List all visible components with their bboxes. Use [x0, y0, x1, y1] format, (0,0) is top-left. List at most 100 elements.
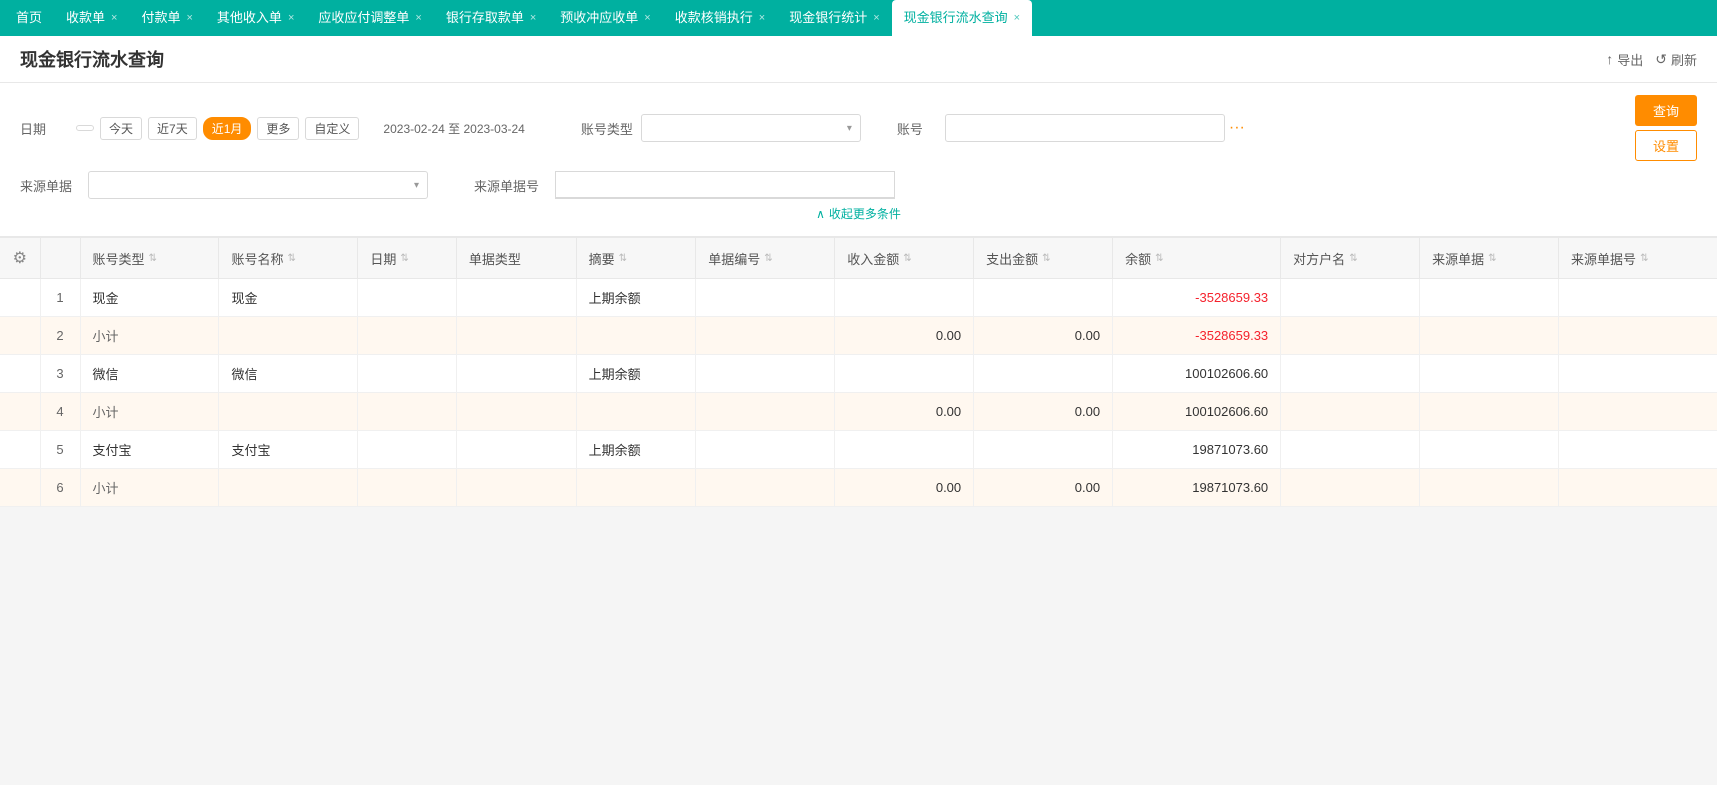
col-expense[interactable]: 支出金额⇅: [974, 238, 1113, 279]
table-row: 3 微信 微信 上期余额 100102606.60: [0, 355, 1717, 393]
export-button[interactable]: ↑ 导出: [1606, 50, 1643, 69]
col-source-doc-no[interactable]: 来源单据号⇅: [1559, 238, 1717, 279]
cell-date: [358, 317, 457, 355]
account-label: 账号: [897, 119, 937, 138]
cell-doc-no: [696, 279, 835, 317]
nav-cash-bank-flow[interactable]: 现金银行流水查询 ×: [892, 0, 1032, 36]
query-button[interactable]: 查询: [1635, 95, 1697, 126]
cell-account-name: 支付宝: [219, 431, 358, 469]
cell-summary: 上期余额: [576, 431, 696, 469]
cell-expense: [974, 279, 1113, 317]
date-btn-custom[interactable]: 自定义: [305, 117, 359, 140]
nav-advance-offset[interactable]: 预收冲应收单 ×: [548, 0, 662, 36]
cell-balance: 100102606.60: [1113, 355, 1281, 393]
cell-doc-no: [696, 355, 835, 393]
table-row: 2 小计 0.00 0.00 -3528659.33: [0, 317, 1717, 355]
cell-balance: -3528659.33: [1113, 317, 1281, 355]
cell-expense: [974, 431, 1113, 469]
col-income[interactable]: 收入金额⇅: [835, 238, 974, 279]
refresh-icon: ↺: [1655, 51, 1667, 68]
cell-counterpart: [1281, 393, 1420, 431]
export-icon: ↑: [1606, 51, 1613, 67]
close-icon[interactable]: ×: [644, 0, 650, 36]
cell-date: [358, 355, 457, 393]
cell-source-doc: [1420, 431, 1559, 469]
cell-income: 0.00: [835, 469, 974, 507]
nav-home[interactable]: 首页: [4, 0, 54, 36]
col-balance[interactable]: 余额⇅: [1113, 238, 1281, 279]
col-summary[interactable]: 摘要⇅: [576, 238, 696, 279]
close-icon[interactable]: ×: [873, 0, 879, 36]
date-range: 2023-02-24 至 2023-03-24: [383, 120, 524, 137]
date-btn-today[interactable]: 今天: [100, 117, 142, 140]
date-btn-7days[interactable]: 近7天: [148, 117, 197, 140]
sort-icon: ⇅: [1349, 253, 1357, 264]
col-date[interactable]: 日期⇅: [358, 238, 457, 279]
cell-settings: [0, 393, 40, 431]
cell-source-doc-no: [1559, 317, 1717, 355]
gear-icon[interactable]: ⚙: [13, 250, 27, 267]
cell-date: [358, 393, 457, 431]
cell-expense: 0.00: [974, 469, 1113, 507]
col-doc-no[interactable]: 单据编号⇅: [696, 238, 835, 279]
table-row: 1 现金 现金 上期余额 -3528659.33: [0, 279, 1717, 317]
refresh-button[interactable]: ↺ 刷新: [1655, 50, 1697, 69]
cell-account-type: 现金: [80, 279, 219, 317]
account-dots-button[interactable]: ···: [1229, 119, 1245, 137]
sort-icon: ⇅: [764, 253, 772, 264]
cell-source-doc: [1420, 279, 1559, 317]
close-icon[interactable]: ×: [759, 0, 765, 36]
close-icon[interactable]: ×: [288, 0, 294, 36]
account-type-select[interactable]: ▾: [641, 114, 861, 142]
cell-source-doc-no: [1559, 355, 1717, 393]
col-num: [40, 238, 80, 279]
cell-expense: 0.00: [974, 393, 1113, 431]
col-account-name[interactable]: 账号名称⇅: [219, 238, 358, 279]
close-icon[interactable]: ×: [186, 0, 192, 36]
cell-income: 0.00: [835, 393, 974, 431]
nav-adjustment[interactable]: 应收应付调整单 ×: [306, 0, 433, 36]
col-counterpart[interactable]: 对方户名⇅: [1281, 238, 1420, 279]
cell-income: [835, 355, 974, 393]
cell-date: [358, 279, 457, 317]
date-btn-yesterday[interactable]: [76, 125, 94, 131]
cell-date: [358, 469, 457, 507]
cell-doc-type: [456, 279, 576, 317]
date-btn-1month[interactable]: 近1月: [203, 117, 252, 140]
cell-doc-type: [456, 393, 576, 431]
cell-settings: [0, 431, 40, 469]
cell-account-name: 微信: [219, 355, 358, 393]
cell-doc-no: [696, 393, 835, 431]
close-icon[interactable]: ×: [111, 0, 117, 36]
nav-payment[interactable]: 付款单 ×: [129, 0, 204, 36]
source-doc-no-label: 来源单据号: [474, 176, 539, 195]
close-icon[interactable]: ×: [1014, 0, 1020, 36]
source-doc-no-input[interactable]: [555, 171, 895, 199]
date-btn-more[interactable]: 更多: [257, 117, 299, 140]
col-account-type[interactable]: 账号类型⇅: [80, 238, 219, 279]
close-icon[interactable]: ×: [530, 0, 536, 36]
sort-icon: ⇅: [1042, 253, 1050, 264]
settings-button[interactable]: 设置: [1635, 130, 1697, 161]
cell-counterpart: [1281, 279, 1420, 317]
col-source-doc[interactable]: 来源单据⇅: [1420, 238, 1559, 279]
cell-expense: 0.00: [974, 317, 1113, 355]
close-icon[interactable]: ×: [415, 0, 421, 36]
chevron-down-icon: ▾: [847, 123, 852, 134]
cell-summary: 上期余额: [576, 355, 696, 393]
cell-account-name: 现金: [219, 279, 358, 317]
cell-balance: 19871073.60: [1113, 431, 1281, 469]
date-label: 日期: [20, 119, 60, 138]
nav-collection-exec[interactable]: 收款核销执行 ×: [663, 0, 777, 36]
cell-source-doc-no: [1559, 279, 1717, 317]
cell-source-doc: [1420, 317, 1559, 355]
nav-receipt[interactable]: 收款单 ×: [54, 0, 129, 36]
cell-account-type: 小计: [80, 469, 219, 507]
nav-other-income[interactable]: 其他收入单 ×: [205, 0, 306, 36]
nav-bank-deposit[interactable]: 银行存取款单 ×: [434, 0, 548, 36]
account-input[interactable]: [945, 114, 1225, 142]
nav-cash-bank-stats[interactable]: 现金银行统计 ×: [777, 0, 891, 36]
collapse-bar[interactable]: ∧ 收起更多条件: [20, 199, 1697, 224]
source-doc-select[interactable]: ▾: [88, 171, 428, 199]
cell-summary: [576, 393, 696, 431]
